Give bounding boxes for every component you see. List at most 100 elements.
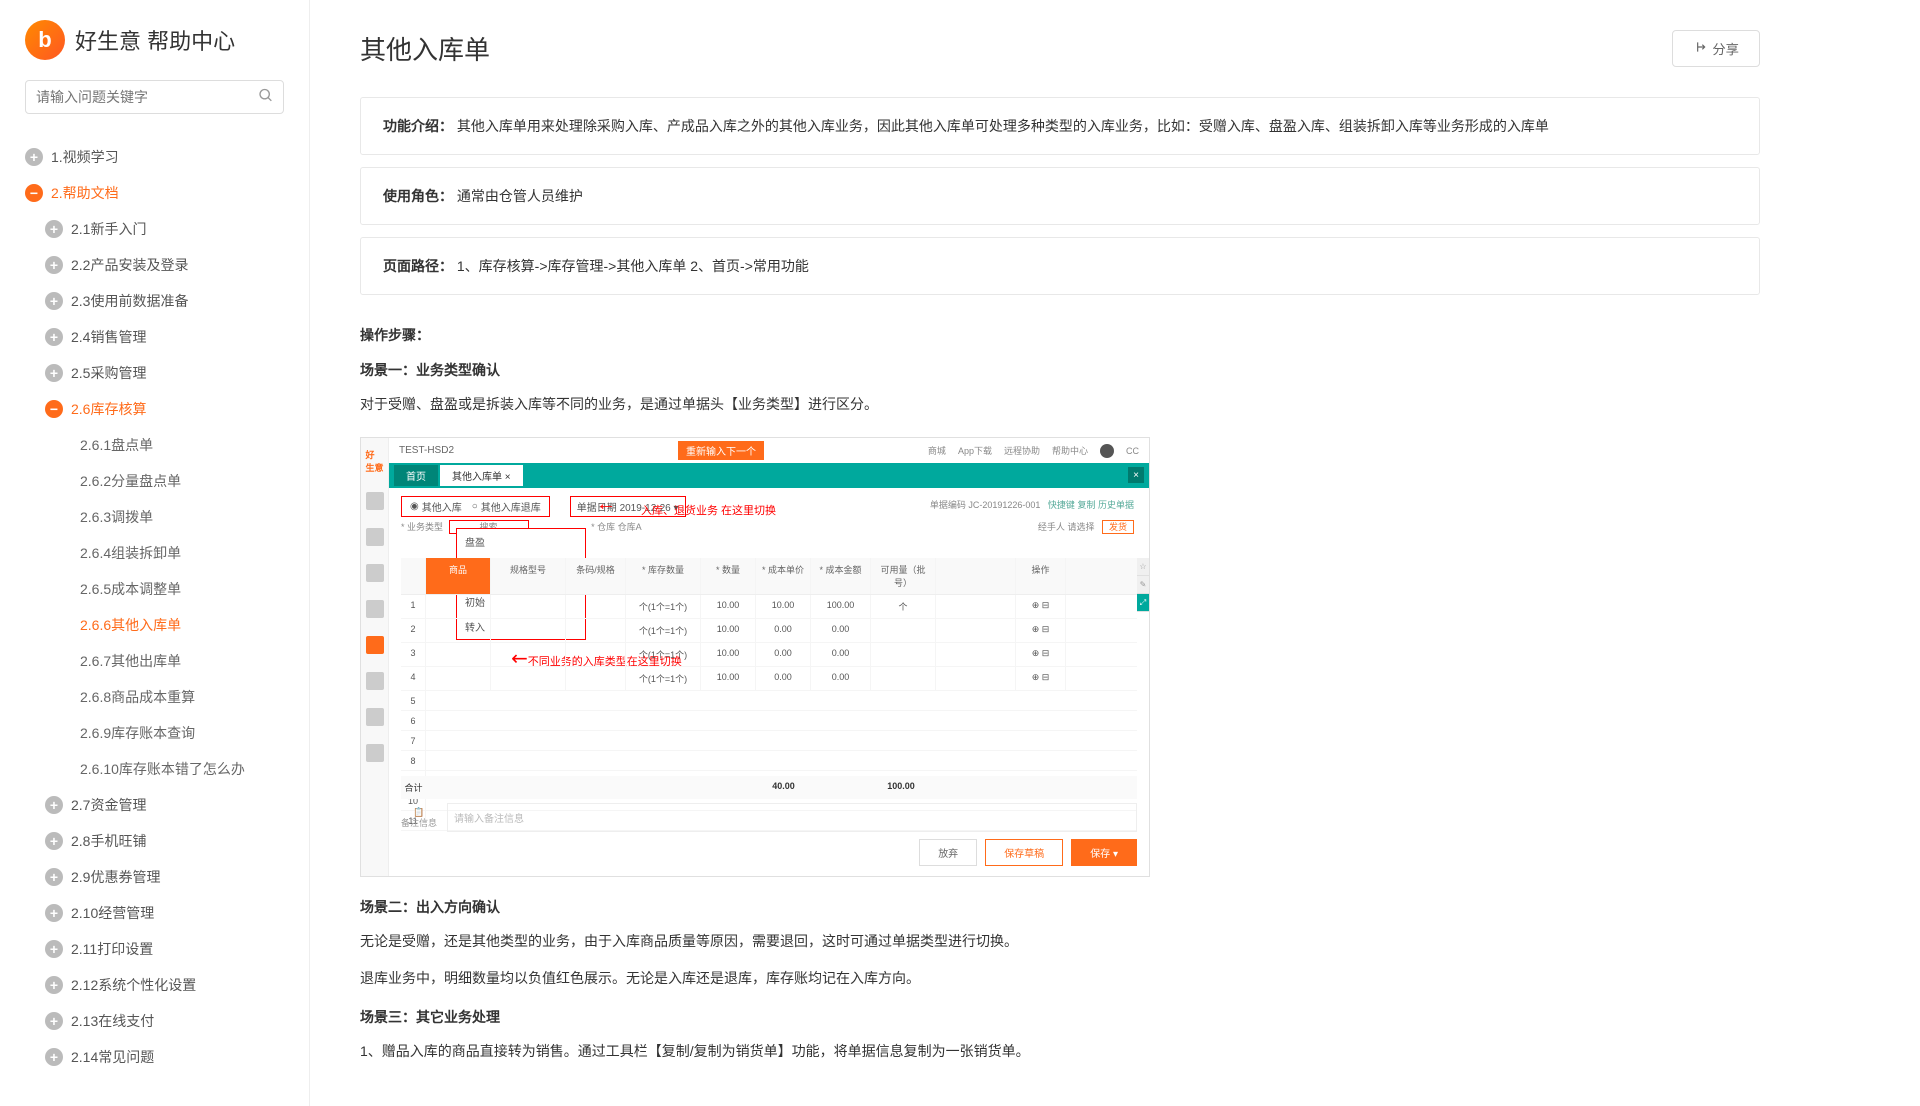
plus-icon: + — [45, 868, 63, 886]
nav-sub[interactable]: +2.3使用前数据准备 — [25, 283, 284, 319]
ss-table-header: 商品规格型号条码/规格* 库存数量* 数量* 成本单价* 成本金额可用量（批号）… — [401, 558, 1137, 595]
plus-icon: + — [45, 1048, 63, 1066]
page-title: 其他入库单 — [360, 30, 490, 67]
scenario-3-text: 1、赠品入库的商品直接转为销售。通过工具栏【复制/复制为销货单】功能，将单据信息… — [360, 1039, 1760, 1064]
ss-top-right: 商城App下载远程协助帮助中心 CC — [928, 444, 1139, 458]
info-text: 1、库存核算->库存管理->其他入库单 2、首页->常用功能 — [457, 258, 809, 274]
ss-nav-icon — [366, 708, 384, 726]
plus-icon: + — [45, 796, 63, 814]
scenario-2-text2: 退库业务中，明细数量均以负值红色展示。无论是入库还是退库，库存账均记在入库方向。 — [360, 966, 1760, 991]
ss-draft-btn: 保存草稿 — [985, 839, 1063, 866]
ss-order-info: 单据编码 JC-20191226-001 快捷键 复制 历史单据 — [930, 498, 1134, 511]
scenario-3-title: 场景三：其它业务处理 — [360, 1007, 1760, 1027]
plus-icon: + — [45, 328, 63, 346]
ss-buttons: 放弃 保存草稿 保存 ▾ — [919, 839, 1137, 866]
table-row: 4个(1个=1个)10.000.000.00⊕ ⊟ — [401, 667, 1137, 691]
table-row: 7 — [401, 731, 1137, 751]
ss-nav-icon — [366, 564, 384, 582]
table-row: 5 — [401, 691, 1137, 711]
table-row: 6 — [401, 711, 1137, 731]
nav-item-video[interactable]: +1.视频学习 — [25, 139, 284, 175]
nav-sub[interactable]: +2.13在线支付 — [25, 1003, 284, 1039]
ss-save-btn: 保存 ▾ — [1071, 839, 1137, 866]
ss-tabs: 首页 其他入库单 × × — [389, 463, 1149, 488]
ss-right-tools: ☆ ✎ ⤢ — [1137, 558, 1149, 612]
nav-sub[interactable]: +2.2产品安装及登录 — [25, 247, 284, 283]
nav-subsub[interactable]: 2.6.1盘点单 — [25, 427, 284, 463]
ss-dd-item: 盘盈 — [457, 529, 585, 554]
ss-cancel-btn: 放弃 — [919, 839, 977, 866]
nav-subsub[interactable]: 2.6.3调拨单 — [25, 499, 284, 535]
info-intro: 功能介绍： 其他入库单用来处理除采购入库、产成品入库之外的其他入库业务，因此其他… — [360, 97, 1760, 155]
info-label: 使用角色： — [383, 188, 453, 204]
table-row: 3个(1个=1个)10.000.000.00⊕ ⊟ — [401, 643, 1137, 667]
nav-subsub-current[interactable]: 2.6.6其他入库单 — [25, 607, 284, 643]
info-label: 页面路径： — [383, 258, 453, 274]
ss-header: TEST-HSD2 重新输入下一个 商城App下载远程协助帮助中心 CC — [389, 438, 1149, 463]
plus-icon: + — [45, 364, 63, 382]
tool-icon: ☆ — [1137, 558, 1149, 576]
ss-ship-btn: 发货 — [1102, 520, 1134, 534]
nav-sub[interactable]: +2.10经营管理 — [25, 895, 284, 931]
ss-nav-icon — [366, 636, 384, 654]
nav-tree: +1.视频学习 −2.帮助文档 +2.1新手入门 +2.2产品安装及登录 +2.… — [0, 139, 309, 1075]
minus-icon: − — [45, 400, 63, 418]
ss-sidebar: 好生意 — [361, 438, 389, 876]
logo-icon: b — [25, 20, 65, 60]
ss-radio-group: ◉ 其他入库 ○ 其他入库退库 — [401, 496, 550, 517]
avatar-icon — [1100, 444, 1114, 458]
nav-sub[interactable]: +2.11打印设置 — [25, 931, 284, 967]
ss-radio2: ○ 其他入库退库 — [472, 499, 541, 514]
scenario-2-text1: 无论是受赠，还是其他类型的业务，由于入库商品质量等原因，需要退回，这时可通过单据… — [360, 929, 1760, 954]
nav-sub-inventory[interactable]: −2.6库存核算 — [25, 391, 284, 427]
info-path: 页面路径： 1、库存核算->库存管理->其他入库单 2、首页->常用功能 — [360, 237, 1760, 295]
search-icon[interactable] — [258, 88, 274, 107]
nav-sub[interactable]: +2.9优惠券管理 — [25, 859, 284, 895]
ss-logo-icon: 好生意 — [365, 448, 383, 474]
nav-subsub[interactable]: 2.6.5成本调整单 — [25, 571, 284, 607]
nav-subsub[interactable]: 2.6.9库存账本查询 — [25, 715, 284, 751]
ss-annotation-1: 入库、退货业务 在这里切换 — [641, 502, 776, 518]
ss-nav-icon — [366, 600, 384, 618]
nav-subsub[interactable]: 2.6.2分量盘点单 — [25, 463, 284, 499]
nav-sub[interactable]: +2.1新手入门 — [25, 211, 284, 247]
minus-icon: − — [25, 184, 43, 202]
remark-label: 📋备注信息 — [401, 807, 437, 829]
plus-icon: + — [45, 940, 63, 958]
search-input[interactable] — [25, 80, 284, 114]
ss-tab-home: 首页 — [394, 465, 438, 486]
plus-icon: + — [45, 292, 63, 310]
share-icon — [1693, 40, 1707, 57]
app-title: 好生意 帮助中心 — [75, 24, 235, 56]
nav-item-docs[interactable]: −2.帮助文档 — [25, 175, 284, 211]
nav-sub[interactable]: +2.4销售管理 — [25, 319, 284, 355]
nav-subsub[interactable]: 2.6.10库存账本错了怎么办 — [25, 751, 284, 787]
nav-sub[interactable]: +2.12系统个性化设置 — [25, 967, 284, 1003]
plus-icon: + — [25, 148, 43, 166]
ss-total-row: 合计40.00100.00 — [401, 776, 1137, 799]
nav-subsub[interactable]: 2.6.4组装拆卸单 — [25, 535, 284, 571]
search-box — [25, 80, 284, 114]
nav-subsub[interactable]: 2.6.8商品成本重算 — [25, 679, 284, 715]
share-button[interactable]: 分享 — [1672, 30, 1760, 67]
table-row: 1个(1个=1个)10.0010.00100.00个⊕ ⊟ — [401, 595, 1137, 619]
scenario-1-title: 场景一：业务类型确认 — [360, 360, 1760, 380]
nav-sub[interactable]: +2.7资金管理 — [25, 787, 284, 823]
ss-nav-icon — [366, 744, 384, 762]
ss-remark: 📋备注信息 请输入备注信息 — [401, 803, 1137, 832]
info-label: 功能介绍： — [383, 118, 453, 134]
nav-subsub[interactable]: 2.6.7其他出库单 — [25, 643, 284, 679]
nav-sub[interactable]: +2.8手机旺铺 — [25, 823, 284, 859]
nav-sub[interactable]: +2.14常见问题 — [25, 1039, 284, 1075]
ss-header-btn: 重新输入下一个 — [678, 441, 764, 460]
sidebar: b 好生意 帮助中心 +1.视频学习 −2.帮助文档 +2.1新手入门 +2.2… — [0, 0, 310, 1106]
close-icon: × — [1128, 467, 1144, 483]
plus-icon: + — [45, 832, 63, 850]
plus-icon: + — [45, 904, 63, 922]
arrow-icon: ← — [596, 493, 616, 516]
plus-icon: + — [45, 256, 63, 274]
ss-nav-icon — [366, 672, 384, 690]
ss-tab-current: 其他入库单 × — [440, 465, 523, 486]
nav-sub[interactable]: +2.5采购管理 — [25, 355, 284, 391]
plus-icon: + — [45, 976, 63, 994]
